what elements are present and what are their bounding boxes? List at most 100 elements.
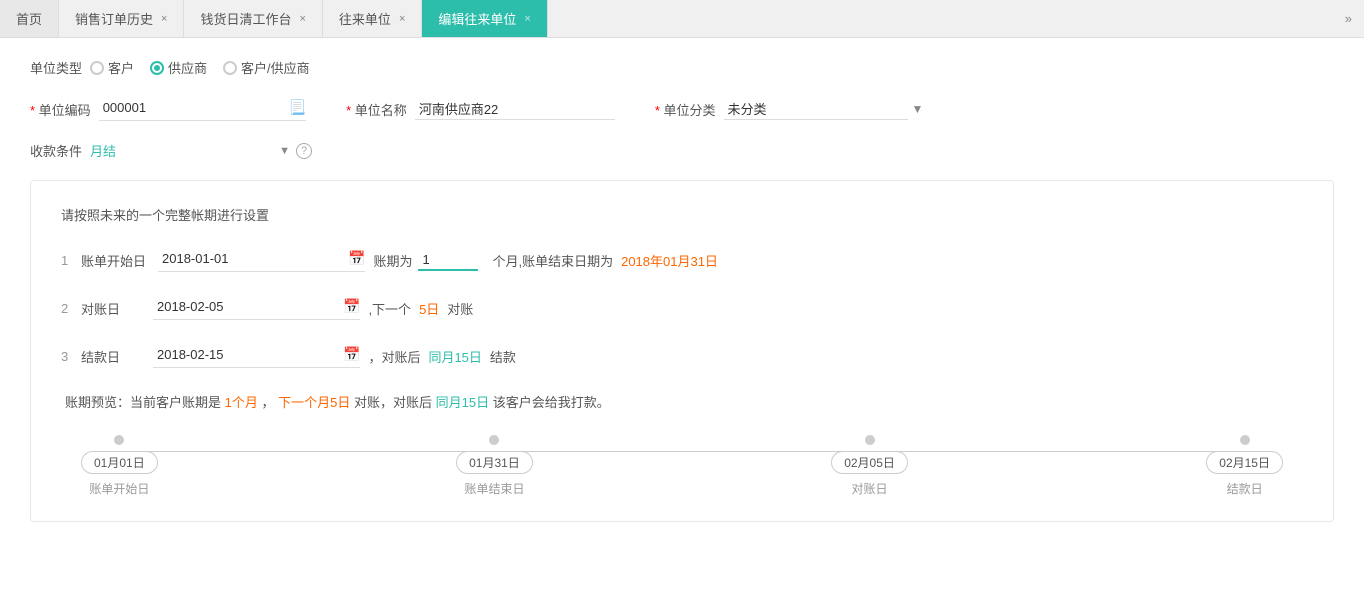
timeline-dot-3 — [865, 435, 875, 445]
reconcile-date-input[interactable] — [153, 296, 337, 317]
tab-cash-reconcile-close[interactable]: × — [299, 13, 305, 25]
start-date-input[interactable] — [158, 248, 342, 269]
unit-name-label: 单位名称 — [346, 100, 407, 119]
payment-terms-select[interactable]: 月结 ▼ — [90, 141, 290, 160]
radio-group: 客户 供应商 客户/供应商 — [90, 58, 310, 77]
row1-num: 1 — [61, 253, 81, 268]
timeline-date-3: 02月05日 — [831, 451, 908, 474]
payment-terms-row: 收款条件 月结 ▼ ? — [30, 141, 1334, 160]
preview-section: 账期预览：当前客户账期是 1个月 ， 下一个月5日 对账，对账后 同月15日 该… — [61, 392, 1303, 411]
timeline: 01月01日 账单开始日 01月31日 账单结束日 02月05日 对 — [81, 435, 1283, 497]
unit-code-group: 单位编码 📃 — [30, 97, 306, 121]
timeline-point-2: 01月31日 账单结束日 — [456, 435, 533, 497]
payment-terms-label: 收款条件 — [30, 141, 82, 160]
timeline-label-1: 账单开始日 — [89, 480, 149, 497]
row1-period-unit: 个月,账单结束日期为 — [492, 251, 613, 270]
timeline-label-2: 账单结束日 — [464, 480, 524, 497]
unit-name-input[interactable] — [415, 98, 615, 120]
radio-customer[interactable]: 客户 — [90, 58, 134, 77]
payment-terms-help[interactable]: ? — [296, 143, 312, 159]
row3-desc-suffix: 结款 — [490, 347, 516, 366]
tab-sales-history-close[interactable]: × — [161, 13, 167, 25]
timeline-dot-4 — [1240, 435, 1250, 445]
unit-category-select-wrapper: ▼ — [724, 98, 924, 120]
preview-part2: 下一个月5日 — [278, 395, 350, 410]
unit-type-row: 单位类型 客户 供应商 客户/供应商 — [30, 58, 1334, 77]
row3-desc-prefix: ，对账后 — [368, 347, 420, 366]
unit-type-group: 单位类型 客户 供应商 客户/供应商 — [30, 58, 310, 77]
row2-label: 对账日 — [81, 299, 141, 318]
timeline-point-4: 02月15日 结款日 — [1206, 435, 1283, 497]
unit-category-input[interactable] — [724, 98, 908, 120]
preview-end: 该客户会给我打款。 — [493, 395, 610, 410]
tab-sales-history[interactable]: 销售订单历史 × — [59, 0, 184, 37]
unit-category-group: 单位分类 ▼ — [655, 98, 924, 120]
radio-supplier[interactable]: 供应商 — [150, 58, 207, 77]
timeline-dot-2 — [489, 435, 499, 445]
row1-period-end: 2018年01月31日 — [621, 251, 718, 270]
row3-highlight: 同月15日 — [428, 347, 481, 366]
radio-both[interactable]: 客户/供应商 — [223, 58, 310, 77]
row-start-date: 1 账单开始日 📅 账期为 个月,账单结束日期为 2018年01月31日 — [61, 248, 1303, 272]
tab-edit-partner-close[interactable]: × — [524, 13, 530, 25]
radio-supplier-circle — [150, 61, 164, 75]
unit-name-group: 单位名称 — [346, 98, 615, 120]
start-date-cal-icon[interactable]: 📅 — [348, 250, 365, 267]
payment-terms-value: 月结 — [90, 141, 271, 160]
payment-date-input[interactable] — [153, 344, 337, 365]
settings-card: 请按照未来的一个完整帐期进行设置 1 账单开始日 📅 账期为 个月,账单结束日期… — [30, 180, 1334, 522]
unit-code-label: 单位编码 — [30, 100, 91, 119]
reconcile-date-cal-icon[interactable]: 📅 — [343, 298, 360, 315]
tab-partner-units[interactable]: 往来单位 × — [323, 0, 422, 37]
main-content: 单位类型 客户 供应商 客户/供应商 单位编码 — [0, 38, 1364, 608]
card-title: 请按照未来的一个完整帐期进行设置 — [61, 205, 1303, 224]
tab-home-label: 首页 — [16, 9, 42, 28]
unit-category-arrow[interactable]: ▼ — [912, 102, 924, 116]
row3-num: 3 — [61, 349, 81, 364]
tab-partner-units-label: 往来单位 — [339, 9, 391, 28]
unit-info-row: 单位编码 📃 单位名称 单位分类 ▼ — [30, 97, 1334, 121]
unit-category-label: 单位分类 — [655, 100, 716, 119]
preview-part1: 1个月 — [225, 395, 258, 410]
timeline-line — [97, 451, 1267, 452]
timeline-container: 01月01日 账单开始日 01月31日 账单结束日 02月05日 对 — [61, 435, 1303, 497]
timeline-point-1: 01月01日 账单开始日 — [81, 435, 158, 497]
timeline-date-2: 01月31日 — [456, 451, 533, 474]
start-date-input-wrapper: 📅 — [158, 248, 365, 272]
timeline-point-3: 02月05日 对账日 — [831, 435, 908, 497]
tab-home[interactable]: 首页 — [0, 0, 59, 37]
tab-partner-units-close[interactable]: × — [399, 13, 405, 25]
radio-both-circle — [223, 61, 237, 75]
timeline-label-3: 对账日 — [852, 480, 888, 497]
row2-highlight: 5日 — [419, 299, 439, 318]
row1-period-label: 账期为 — [373, 251, 412, 270]
tab-sales-history-label: 销售订单历史 — [75, 9, 153, 28]
payment-terms-group: 收款条件 月结 ▼ ? — [30, 141, 312, 160]
timeline-date-4: 02月15日 — [1206, 451, 1283, 474]
tab-cash-reconcile-label: 钱货日清工作台 — [200, 9, 291, 28]
payment-date-cal-icon[interactable]: 📅 — [343, 346, 360, 363]
tab-cash-reconcile[interactable]: 钱货日清工作台 × — [184, 0, 322, 37]
row2-desc-suffix: 对账 — [447, 299, 473, 318]
radio-both-label: 客户/供应商 — [241, 58, 310, 77]
preview-sep1: ， — [262, 395, 275, 410]
timeline-dot-1 — [114, 435, 124, 445]
payment-terms-arrow[interactable]: ▼ — [279, 145, 290, 157]
unit-code-input-wrapper: 📃 — [99, 97, 306, 121]
unit-type-label: 单位类型 — [30, 58, 82, 77]
row2-num: 2 — [61, 301, 81, 316]
payment-date-input-wrapper: 📅 — [153, 344, 360, 368]
radio-customer-circle — [90, 61, 104, 75]
tab-edit-partner-label: 编辑往来单位 — [438, 9, 516, 28]
row-payment-date: 3 结款日 📅 ，对账后 同月15日 结款 — [61, 344, 1303, 368]
tab-more-icon: » — [1345, 11, 1352, 26]
unit-code-input[interactable] — [99, 97, 283, 118]
timeline-date-1: 01月01日 — [81, 451, 158, 474]
tab-edit-partner[interactable]: 编辑往来单位 × — [422, 0, 547, 37]
row2-desc-prefix: ,下一个 — [368, 299, 411, 318]
period-value-input[interactable] — [418, 250, 478, 271]
radio-supplier-label: 供应商 — [168, 58, 207, 77]
tab-more-button[interactable]: » — [1333, 0, 1364, 37]
preview-label: 账期预览：当前客户账期是 — [65, 395, 221, 410]
unit-code-icon[interactable]: 📃 — [289, 99, 306, 116]
